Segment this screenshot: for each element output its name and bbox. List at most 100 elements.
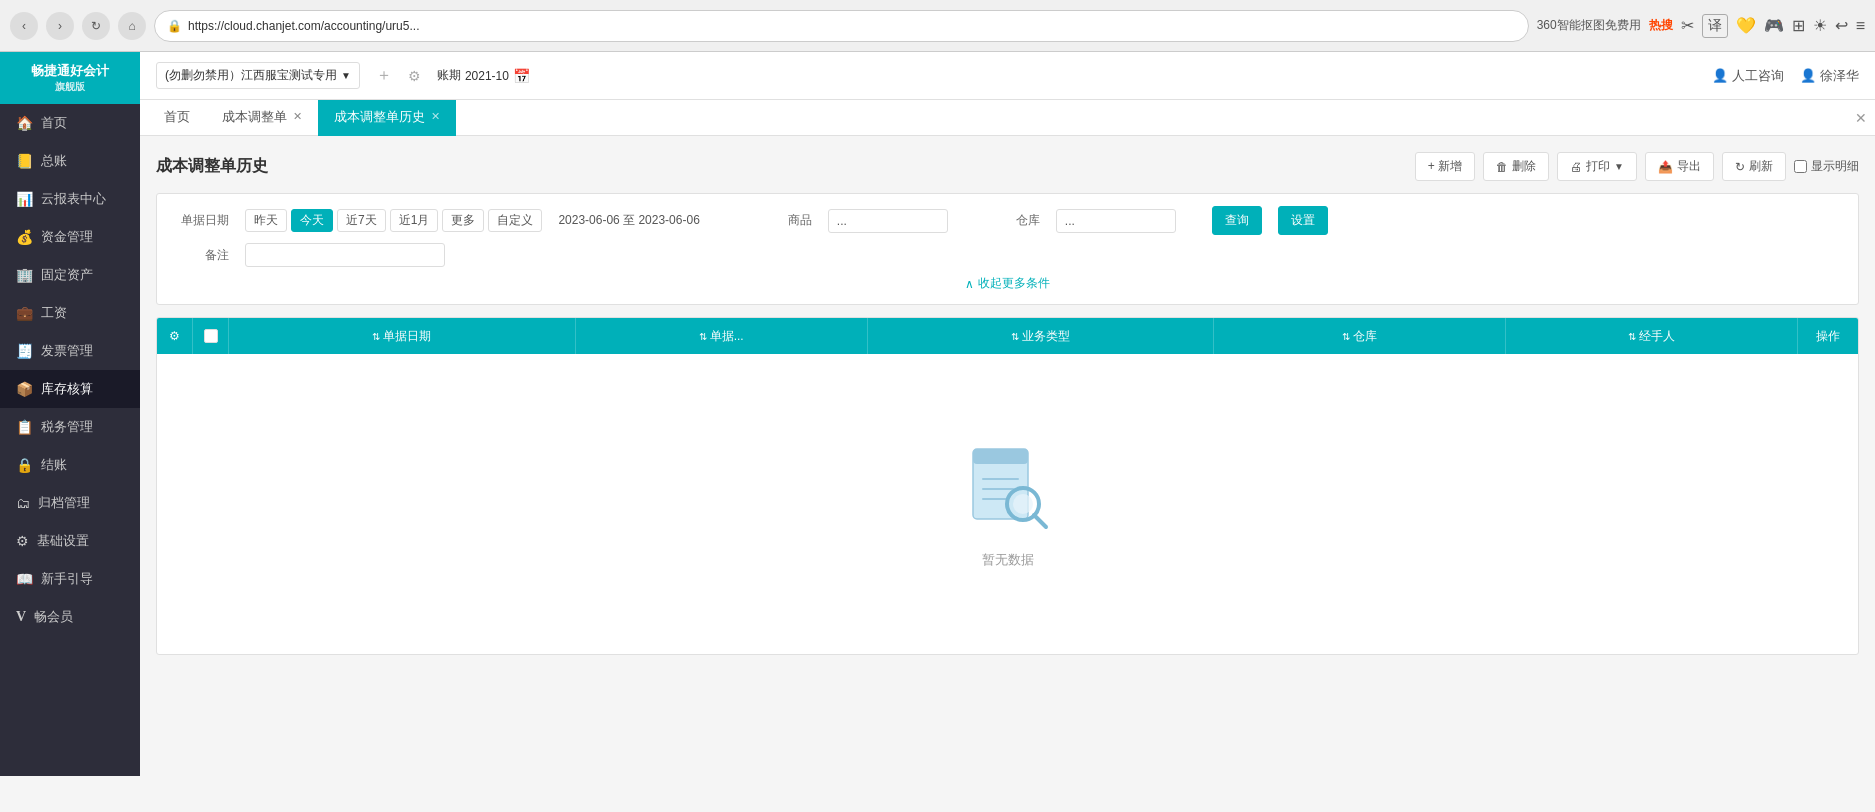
back-button[interactable]: ‹	[10, 12, 38, 40]
today-button[interactable]: 今天	[291, 209, 333, 232]
main-content: (勿删勿禁用）江西服宝测试专用 ▼ ＋ ⚙ 账期 2021-10 📅 👤 人工咨…	[140, 52, 1875, 776]
refresh-button[interactable]: ↻ 刷新	[1722, 152, 1786, 181]
filter-row-remark: 备注	[173, 243, 1842, 267]
more-button[interactable]: 更多	[442, 209, 484, 232]
sidebar-label-assets: 固定资产	[41, 266, 93, 284]
sidebar-item-funds[interactable]: 💰 资金管理	[0, 218, 140, 256]
remark-filter-label: 备注	[173, 247, 229, 264]
inventory-icon: 📦	[16, 381, 33, 397]
th-no-label: 单据...	[710, 328, 744, 345]
period-label: 账期	[437, 67, 461, 84]
sidebar-label-close: 结账	[41, 456, 67, 474]
browser-tools: 360智能抠图免费用 热搜 ✂ 译 💛 🎮 ⊞ ☀ ↩ ≡	[1537, 14, 1865, 38]
sidebar-item-member[interactable]: V 畅会员	[0, 598, 140, 636]
home-button[interactable]: ⌂	[118, 12, 146, 40]
tab-cost-adjust[interactable]: 成本调整单 ✕	[206, 100, 318, 136]
delete-label: 删除	[1512, 158, 1536, 175]
collapse-button[interactable]: ∧ 收起更多条件	[965, 275, 1050, 292]
goods-dropdown[interactable]: ...	[828, 209, 948, 233]
sidebar-item-invoice[interactable]: 🧾 发票管理	[0, 332, 140, 370]
sidebar-item-tax[interactable]: 📋 税务管理	[0, 408, 140, 446]
th-warehouse-label: 仓库	[1353, 328, 1377, 345]
svg-point-6	[1013, 494, 1033, 514]
translate-icon[interactable]: 译	[1702, 14, 1728, 38]
company-selector[interactable]: (勿删勿禁用）江西服宝测试专用 ▼	[156, 62, 360, 89]
history-icon[interactable]: ↩	[1835, 16, 1848, 35]
th-type-sort-icon: ⇅	[1011, 331, 1019, 342]
page-actions: + 新增 🗑 删除 🖨 打印 ▼ 📤 导出 ↻	[1415, 152, 1859, 181]
export-icon: 📤	[1658, 160, 1673, 174]
sidebar-item-home[interactable]: 🏠 首页	[0, 104, 140, 142]
user-avatar-icon: 👤	[1800, 68, 1816, 83]
tab-cost-adjust-history-label: 成本调整单历史	[334, 108, 425, 126]
sidebar-label-inventory: 库存核算	[41, 380, 93, 398]
th-warehouse[interactable]: ⇅ 仓库	[1214, 318, 1506, 354]
warehouse-dots: ...	[1065, 214, 1075, 228]
select-all-checkbox[interactable]	[204, 329, 218, 343]
user-info[interactable]: 👤 徐泽华	[1800, 67, 1859, 85]
sidebar-item-assets[interactable]: 🏢 固定资产	[0, 256, 140, 294]
show-cols-input[interactable]	[1794, 160, 1807, 173]
th-operator[interactable]: ⇅ 经手人	[1506, 318, 1798, 354]
game-icon[interactable]: 🎮	[1764, 16, 1784, 35]
sidebar-item-salary[interactable]: 💼 工资	[0, 294, 140, 332]
delete-button[interactable]: 🗑 删除	[1483, 152, 1549, 181]
th-type[interactable]: ⇅ 业务类型	[868, 318, 1215, 354]
tab-cost-adjust-history[interactable]: 成本调整单历史 ✕	[318, 100, 456, 136]
custom-button[interactable]: 自定义	[488, 209, 542, 232]
sidebar-item-guide[interactable]: 📖 新手引导	[0, 560, 140, 598]
print-dropdown-icon: ▼	[1614, 161, 1624, 172]
goods-filter-label: 商品	[756, 212, 812, 229]
query-button[interactable]: 查询	[1212, 206, 1262, 235]
sidebar-item-inventory[interactable]: 📦 库存核算	[0, 370, 140, 408]
settings-icon: ⚙	[16, 533, 29, 549]
menu-icon[interactable]: ≡	[1856, 17, 1865, 35]
th-operator-label: 经手人	[1639, 328, 1675, 345]
month1-button[interactable]: 近1月	[390, 209, 439, 232]
url-text: https://cloud.chanjet.com/accounting/uru…	[188, 19, 419, 33]
calendar-icon[interactable]: 📅	[513, 68, 530, 84]
screen-icon[interactable]: ☀	[1813, 16, 1827, 35]
week7-button[interactable]: 近7天	[337, 209, 386, 232]
grid-icon[interactable]: ⊞	[1792, 16, 1805, 35]
sidebar-item-ledger[interactable]: 📒 总账	[0, 142, 140, 180]
tab-close-area: ✕	[1855, 110, 1867, 126]
forward-button[interactable]: ›	[46, 12, 74, 40]
scissors-icon[interactable]: ✂	[1681, 16, 1694, 35]
company-dropdown-icon: ▼	[341, 70, 351, 81]
wallet-icon[interactable]: 💛	[1736, 16, 1756, 35]
filter-settings-button[interactable]: 设置	[1278, 206, 1328, 235]
th-check[interactable]	[193, 318, 229, 354]
goods-dots: ...	[837, 214, 847, 228]
settings-gear-icon[interactable]: ⚙	[408, 68, 421, 84]
window-close-button[interactable]: ✕	[1855, 110, 1867, 126]
sidebar-item-reports[interactable]: 📊 云报表中心	[0, 180, 140, 218]
th-date[interactable]: ⇅ 单据日期	[229, 318, 576, 354]
sidebar-item-archive[interactable]: 🗂 归档管理	[0, 484, 140, 522]
tab-cost-adjust-history-close[interactable]: ✕	[431, 110, 440, 123]
show-cols-checkbox[interactable]: 显示明细	[1794, 158, 1859, 175]
sidebar-item-settings[interactable]: ⚙ 基础设置	[0, 522, 140, 560]
refresh-label: 刷新	[1749, 158, 1773, 175]
yesterday-button[interactable]: 昨天	[245, 209, 287, 232]
tab-home[interactable]: 首页	[148, 100, 206, 136]
content-area: 成本调整单历史 + 新增 🗑 删除 🖨 打印 ▼ 📤 导出	[140, 136, 1875, 776]
top-bar-right: 👤 人工咨询 👤 徐泽华	[1712, 67, 1859, 85]
refresh-button[interactable]: ↻	[82, 12, 110, 40]
add-company-button[interactable]: ＋	[376, 65, 392, 86]
sidebar-label-settings: 基础设置	[37, 532, 89, 550]
svg-line-7	[1034, 515, 1046, 527]
th-settings[interactable]: ⚙	[157, 318, 193, 354]
warehouse-dropdown[interactable]: ...	[1056, 209, 1176, 233]
search-label: 360智能抠图免费用	[1537, 17, 1641, 34]
new-button[interactable]: + 新增	[1415, 152, 1475, 181]
service-button[interactable]: 👤 人工咨询	[1712, 67, 1784, 85]
sidebar-item-close[interactable]: 🔒 结账	[0, 446, 140, 484]
print-button[interactable]: 🖨 打印 ▼	[1557, 152, 1637, 181]
user-name: 徐泽华	[1820, 67, 1859, 85]
url-bar[interactable]: 🔒 https://cloud.chanjet.com/accounting/u…	[154, 10, 1529, 42]
export-button[interactable]: 📤 导出	[1645, 152, 1714, 181]
tab-cost-adjust-close[interactable]: ✕	[293, 110, 302, 123]
th-no[interactable]: ⇅ 单据...	[576, 318, 868, 354]
remark-input[interactable]	[245, 243, 445, 267]
